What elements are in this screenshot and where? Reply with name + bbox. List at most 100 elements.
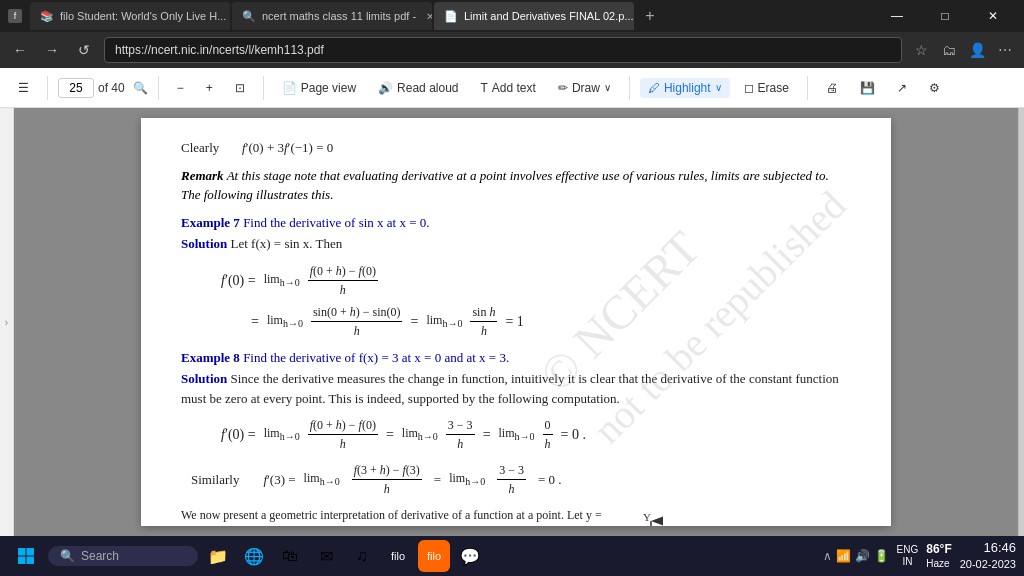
highlight-dropdown-icon[interactable]: ∨ [715, 82, 722, 93]
erase-button[interactable]: ◻ Erase [736, 78, 797, 98]
taskbar-file-explorer[interactable]: 📁 [202, 540, 234, 572]
taskbar-filo-app2[interactable]: filo [418, 540, 450, 572]
search-pdf-icon[interactable]: 🔍 [133, 81, 148, 95]
total-pages-label: of 40 [98, 81, 125, 95]
taskbar-mail[interactable]: ✉ [310, 540, 342, 572]
math-frac-2: sin(0 + h) − sin(0) h [311, 303, 403, 340]
minimize-button[interactable]: — [874, 0, 920, 32]
profile-icon[interactable]: 👤 [966, 39, 988, 61]
collections-icon[interactable]: 🗂 [938, 39, 960, 61]
weather-widget[interactable]: 86°F Haze [926, 542, 951, 571]
toolbar-divider-2 [158, 76, 159, 100]
address-bar-icons: ☆ 🗂 👤 ⋯ [910, 39, 1016, 61]
math-eq-lim6: = [483, 424, 491, 445]
tab-pdf[interactable]: 📄 Limit and Derivatives FINAL 02.p... ✕ [434, 2, 634, 30]
taskbar-store[interactable]: 🛍 [274, 540, 306, 572]
taskbar-discord[interactable]: 💬 [454, 540, 486, 572]
language-indicator[interactable]: ENG IN [897, 544, 919, 568]
pdf-page: © NCERTnot to be republished Clearly f′(… [141, 118, 891, 526]
page-view-button[interactable]: 📄 Page view [274, 78, 364, 98]
address-input[interactable] [104, 37, 902, 63]
remark-paragraph: Remark At this stage note that evaluatin… [181, 166, 851, 205]
read-aloud-button[interactable]: 🔊 Read aloud [370, 78, 466, 98]
solution8-text: Solution Since the derivative measures t… [181, 369, 851, 408]
weather-temp: 86°F [926, 542, 951, 558]
draw-button[interactable]: ✏ Draw ∨ [550, 78, 619, 98]
page-number-input[interactable] [58, 78, 94, 98]
refresh-button[interactable]: ↺ [72, 38, 96, 62]
draw-icon: ✏ [558, 81, 568, 95]
extensions-icon[interactable]: ⋯ [994, 39, 1016, 61]
example7-heading: Example 7 Find the derivative of sin x a… [181, 213, 851, 233]
tab-ncert-close[interactable]: ✕ [426, 11, 432, 22]
pdf-scroll-area[interactable]: © NCERTnot to be republished Clearly f′(… [14, 108, 1018, 536]
tab-pdf-label: Limit and Derivatives FINAL 02.p... [464, 10, 634, 22]
math-block-1: f′(0) = limh→0 f(0 + h) − f(0) h = limh→… [221, 262, 851, 340]
svg-rect-24 [18, 557, 26, 565]
taskbar-search-icon: 🔍 [60, 549, 75, 563]
print-icon: 🖨 [826, 81, 838, 95]
tab-ncert-search[interactable]: 🔍 ncert maths class 11 limits pdf - ✕ [232, 2, 432, 30]
tab-list: 📚 filo Student: World's Only Live H... ✕… [30, 2, 870, 30]
maximize-button[interactable]: □ [922, 0, 968, 32]
weather-desc: Haze [926, 557, 951, 570]
edge-scrollbar[interactable] [1018, 108, 1024, 536]
svg-rect-25 [27, 557, 35, 565]
highlight-icon: 🖊 [648, 81, 660, 95]
taskbar-search[interactable]: 🔍 Search [48, 546, 198, 566]
share-icon: ↗ [897, 81, 907, 95]
graph-area: X Y a a+h f(a) f(a+h) P Q(a+h, f(a+h)) R… [631, 511, 851, 526]
similarly-line: Similarly f′(3) = limh→0 f(3 + h) − f(3)… [191, 461, 851, 498]
fig-1311-svg: X Y a a+h f(a) f(a+h) P Q(a+h, f(a+h)) R… [631, 511, 851, 526]
close-button[interactable]: ✕ [970, 0, 1016, 32]
taskbar: 🔍 Search 📁 🌐 🛍 ✉ ♫ filo filo 💬 ∧ 📶 🔊 🔋 E… [0, 536, 1024, 576]
share-button[interactable]: ↗ [889, 78, 915, 98]
draw-dropdown-icon[interactable]: ∨ [604, 82, 611, 93]
new-tab-button[interactable]: + [636, 2, 664, 30]
taskbar-edge[interactable]: 🌐 [238, 540, 270, 572]
toolbar-divider-5 [807, 76, 808, 100]
forward-button[interactable]: → [40, 38, 64, 62]
sidebar-menu-button[interactable]: ☰ [10, 78, 37, 98]
pdf-toolbar: ☰ of 40 🔍 − + ⊡ 📄 Page view 🔊 Read aloud… [0, 68, 1024, 108]
math-lim-2: limh→0 [267, 311, 303, 331]
page-view-icon: 📄 [282, 81, 297, 95]
address-bar: ← → ↺ ☆ 🗂 👤 ⋯ [0, 32, 1024, 68]
save-button[interactable]: 💾 [852, 78, 883, 98]
tab-filo[interactable]: 📚 filo Student: World's Only Live H... ✕ [30, 2, 230, 30]
math-block-2: f′(0) = limh→0 f(0 + h) − f(0) h = limh→… [221, 416, 851, 453]
windows-start-button[interactable] [8, 538, 44, 574]
back-button[interactable]: ← [8, 38, 32, 62]
taskbar-spotify[interactable]: ♫ [346, 540, 378, 572]
tab-ncert-label: ncert maths class 11 limits pdf - [262, 10, 416, 22]
highlight-button[interactable]: 🖊 Highlight ∨ [640, 78, 730, 98]
read-aloud-icon: 🔊 [378, 81, 393, 95]
zoom-plus-button[interactable]: + [198, 78, 221, 98]
svg-rect-22 [18, 548, 26, 556]
favorites-icon[interactable]: ☆ [910, 39, 932, 61]
tab-pdf-icon: 📄 [444, 10, 458, 23]
math-line-1: f′(0) = limh→0 f(0 + h) − f(0) h [221, 262, 851, 299]
sidebar-toggle[interactable]: › [0, 108, 14, 536]
zoom-minus-button[interactable]: − [169, 78, 192, 98]
math-equals-lim2: = [251, 311, 259, 332]
main-area: › © NCERTnot to be republished Clearly f… [0, 108, 1024, 536]
settings-pdf-button[interactable]: ⚙ [921, 78, 948, 98]
math-line-3: f′(0) = limh→0 f(0 + h) − f(0) h = limh→… [221, 416, 851, 453]
system-clock[interactable]: 16:46 20-02-2023 [960, 540, 1016, 571]
taskbar-filo-app[interactable]: filo [382, 540, 414, 572]
geometric-text-col: We now present a geometric interpretatio… [181, 506, 611, 526]
browser-logo: f [8, 9, 22, 23]
math-eq-0: = 0 . [561, 424, 586, 445]
solution7-label: Solution [181, 236, 227, 251]
math-eq-lim5: = [386, 424, 394, 445]
fit-icon: ⊡ [235, 81, 245, 95]
math-frac-7: f(3 + h) − f(3) h [352, 461, 422, 498]
tray-icon-up[interactable]: ∧ [823, 549, 832, 563]
add-text-button[interactable]: T Add text [473, 78, 544, 98]
tray-battery: 🔋 [874, 549, 889, 563]
fit-button[interactable]: ⊡ [227, 78, 253, 98]
print-button[interactable]: 🖨 [818, 78, 846, 98]
math-fraction-1: f(0 + h) − f(0) h [308, 262, 378, 299]
add-text-icon: T [481, 81, 488, 95]
